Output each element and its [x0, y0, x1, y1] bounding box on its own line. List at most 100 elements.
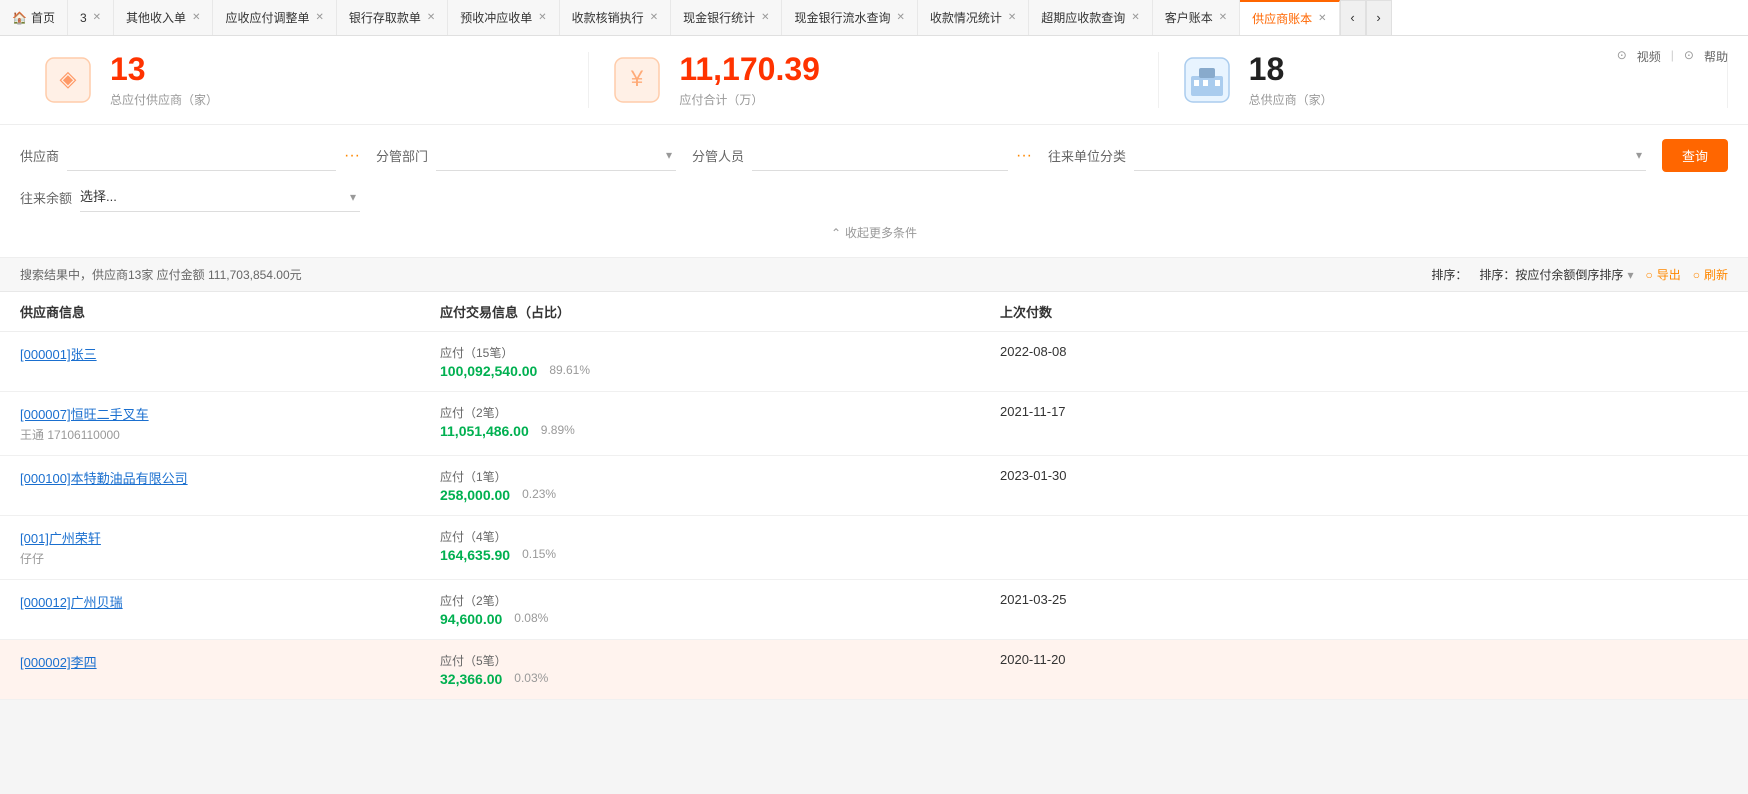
tx-amount: 32,366.00 — [440, 671, 502, 687]
export-label: 导出 — [1657, 266, 1681, 283]
tab-cash-bank-flow-label: 现金银行流水查询 — [794, 9, 890, 26]
tab-cash-bank-flow[interactable]: 现金银行流水查询 ✕ — [782, 0, 917, 36]
supplier-name-link[interactable]: [000001]张三 — [20, 344, 440, 363]
lastpay-col: 2023-01-30 — [1000, 468, 1728, 483]
header-lastpay: 上次付数 — [1000, 302, 1728, 321]
sort-chevron-icon: ▾ — [1627, 268, 1633, 282]
transaction-col: 应付（1笔） 258,000.00 0.23% — [440, 468, 1000, 503]
tab-advance-collect[interactable]: 预收冲应收单 ✕ — [448, 0, 559, 36]
result-right: 排序： 排序：按应付余额倒序排序 ▾ ○ 导出 ○ 刷新 — [1431, 266, 1728, 283]
card1-label: 总应付供应商（家） — [110, 91, 218, 108]
close-icon[interactable]: ✕ — [1219, 12, 1227, 23]
close-icon[interactable]: ✕ — [192, 12, 200, 23]
tab-home[interactable]: 🏠 首页 — [0, 0, 68, 36]
tx-row: 100,092,540.00 89.61% — [440, 361, 1000, 379]
dept-select[interactable] — [436, 140, 676, 170]
refresh-icon: ○ — [1693, 268, 1700, 282]
tab-supplier-account[interactable]: 供应商账本 ✕ — [1240, 0, 1339, 36]
supplier-name-link[interactable]: [000100]本特勤油品有限公司 — [20, 468, 440, 487]
last-pay-date: 2023-01-30 — [1000, 468, 1067, 483]
tab-3[interactable]: 3 ✕ — [68, 0, 114, 36]
refresh-button[interactable]: ○ 刷新 — [1693, 266, 1728, 283]
help-link[interactable]: 帮助 — [1704, 48, 1728, 65]
supplier-info-col: [000002]李四 — [20, 652, 440, 671]
close-icon[interactable]: ✕ — [427, 12, 435, 23]
header-supplier: 供应商信息 — [20, 302, 440, 321]
supplier-dots-icon[interactable]: ··· — [344, 147, 360, 165]
nav-arrow-left[interactable]: ‹ — [1340, 0, 1366, 36]
nav-arrow-right[interactable]: › — [1366, 0, 1392, 36]
person-input[interactable] — [752, 141, 1008, 171]
tab-overdue-query[interactable]: 超期应收款查询 ✕ — [1029, 0, 1152, 36]
video-link[interactable]: 视频 — [1637, 48, 1661, 65]
supplier-name-link[interactable]: [000012]广州贝瑞 — [20, 592, 440, 611]
tx-percent: 0.23% — [522, 487, 556, 501]
tx-label: 应付（1笔） — [440, 468, 1000, 485]
summary-section: ◈ 13 总应付供应商（家） ¥ 11,170.39 应付合计（万） — [0, 36, 1748, 125]
svg-text:¥: ¥ — [630, 66, 644, 91]
collapse-button[interactable]: ⌃ 收起更多条件 — [821, 222, 927, 243]
lastpay-col: 2021-11-17 — [1000, 404, 1728, 419]
tab-receipt-verify[interactable]: 收款核销执行 ✕ — [560, 0, 671, 36]
summary-card-suppliers-payable: ◈ 13 总应付供应商（家） — [20, 52, 589, 108]
sort-label: 排序： — [1431, 266, 1467, 283]
close-icon[interactable]: ✕ — [93, 12, 101, 23]
close-icon[interactable]: ✕ — [1008, 12, 1016, 23]
supplier-name-link[interactable]: [000002]李四 — [20, 652, 440, 671]
table-row[interactable]: [000002]李四 应付（5笔） 32,366.00 0.03% 2020-1… — [0, 640, 1748, 700]
export-button[interactable]: ○ 导出 — [1645, 266, 1680, 283]
refresh-label: 刷新 — [1704, 266, 1728, 283]
tab-collect-stats[interactable]: 收款情况统计 ✕ — [918, 0, 1029, 36]
svg-text:◈: ◈ — [60, 66, 77, 91]
summary-card-payable-total: ¥ 11,170.39 应付合计（万） — [589, 52, 1158, 108]
card2-label: 应付合计（万） — [679, 91, 820, 108]
tab-cash-bank-stats[interactable]: 现金银行统计 ✕ — [671, 0, 782, 36]
close-icon[interactable]: ✕ — [897, 12, 905, 23]
result-bar: 搜索结果中，供应商13家 应付金额 111,703,854.00元 排序： 排序… — [0, 258, 1748, 292]
balance-select-wrap: 选择... ▾ — [80, 182, 360, 212]
category-select-wrap: ▾ — [1134, 141, 1646, 171]
supplier-name-link[interactable]: [000007]恒旺二手叉车 — [20, 404, 440, 423]
tab-customer-account[interactable]: 客户账本 ✕ — [1153, 0, 1240, 36]
tx-row: 258,000.00 0.23% — [440, 485, 1000, 503]
person-dots-icon[interactable]: ··· — [1016, 147, 1032, 165]
table-row[interactable]: [001]广州荣轩 仔仔 应付（4笔） 164,635.90 0.15% — [0, 516, 1748, 580]
transaction-col: 应付（4笔） 164,635.90 0.15% — [440, 528, 1000, 563]
close-icon[interactable]: ✕ — [538, 12, 546, 23]
tx-percent: 0.03% — [514, 671, 548, 685]
close-icon[interactable]: ✕ — [761, 12, 769, 23]
lastpay-col: 2021-03-25 — [1000, 592, 1728, 607]
divider: | — [1671, 48, 1674, 65]
tab-bank-deposit[interactable]: 银行存取款单 ✕ — [337, 0, 448, 36]
tab-ap-adjust[interactable]: 应收应付调整单 ✕ — [213, 0, 336, 36]
tab-advance-collect-label: 预收冲应收单 — [460, 9, 532, 26]
supplier-payable-icon: ◈ — [40, 52, 96, 108]
supplier-input[interactable] — [67, 141, 336, 171]
tx-row: 11,051,486.00 9.89% — [440, 421, 1000, 439]
table-row[interactable]: [000012]广州贝瑞 应付（2笔） 94,600.00 0.08% 2021… — [0, 580, 1748, 640]
filter-dept: 分管部门 ▾ — [376, 141, 676, 171]
tx-percent: 0.15% — [522, 547, 556, 561]
close-icon[interactable]: ✕ — [315, 12, 323, 23]
query-button[interactable]: 查询 — [1662, 139, 1728, 172]
category-select[interactable] — [1134, 140, 1646, 170]
close-icon[interactable]: ✕ — [650, 12, 658, 23]
balance-select[interactable]: 选择... — [80, 182, 360, 212]
close-icon[interactable]: ✕ — [1131, 12, 1139, 23]
table-row[interactable]: [000007]恒旺二手叉车 王通 17106110000 应付（2笔） 11,… — [0, 392, 1748, 456]
supplier-contact: 仔仔 — [20, 550, 440, 567]
balance-label: 往来余额 — [20, 188, 72, 207]
sort-select[interactable]: 排序：按应付余额倒序排序 ▾ — [1479, 266, 1633, 283]
table-row[interactable]: [000100]本特勤油品有限公司 应付（1笔） 258,000.00 0.23… — [0, 456, 1748, 516]
table-row[interactable]: [000001]张三 应付（15笔） 100,092,540.00 89.61%… — [0, 332, 1748, 392]
supplier-name-link[interactable]: [001]广州荣轩 — [20, 528, 440, 547]
tab-other-income-label: 其他收入单 — [126, 9, 186, 26]
payable-total-icon: ¥ — [609, 52, 665, 108]
result-text: 搜索结果中，供应商13家 应付金额 111,703,854.00元 — [20, 266, 302, 283]
card1-number: 13 — [110, 52, 218, 87]
table-header: 供应商信息 应付交易信息（占比） 上次付数 — [0, 292, 1748, 332]
supplier-info-col: [000001]张三 — [20, 344, 440, 363]
tx-label: 应付（4笔） — [440, 528, 1000, 545]
tab-other-income[interactable]: 其他收入单 ✕ — [114, 0, 213, 36]
close-icon[interactable]: ✕ — [1318, 13, 1326, 24]
